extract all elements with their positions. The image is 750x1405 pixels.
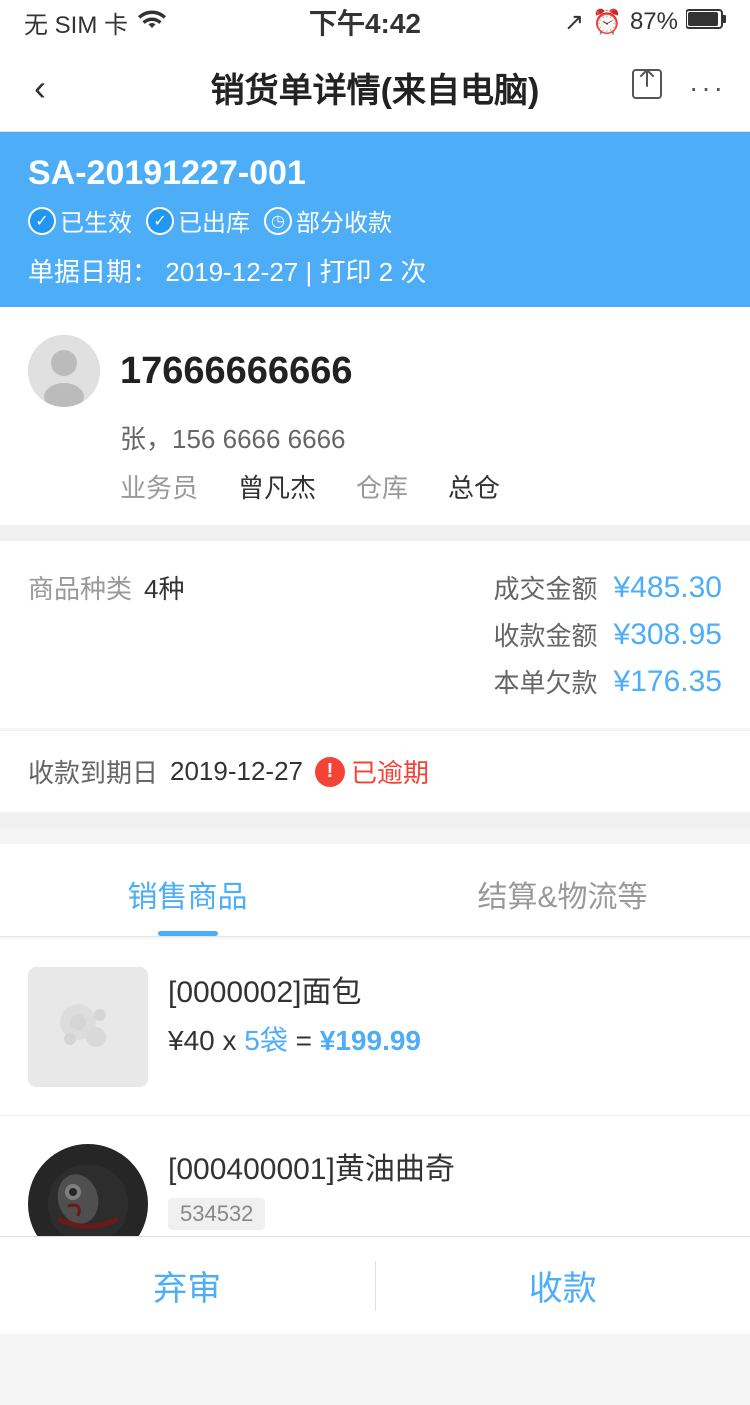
- product-name-2: [000400001]黄油曲奇: [168, 1144, 722, 1188]
- badge-partial: ◷ 部分收款: [264, 203, 392, 238]
- customer-sub-info: 张，156 6666 6666: [28, 419, 722, 456]
- check-icon-1: ✓: [28, 207, 56, 235]
- alarm-icon: ⏰: [592, 8, 622, 37]
- received-amount-row: 收款金额 ¥308.95: [494, 616, 722, 653]
- sales-value: 曾凡杰: [238, 468, 316, 505]
- nav-bar: ‹ 销货单详情(来自电脑) ···: [0, 44, 750, 132]
- product-thumb-1: [28, 967, 148, 1087]
- product-name-1: [0000002]面包: [168, 967, 722, 1011]
- status-bar: 无 SIM 卡 下午4:42 ↗ ⏰ 87%: [0, 0, 750, 44]
- order-id-row: SA-20191227-001: [28, 154, 722, 193]
- avatar: [28, 335, 100, 407]
- tab-settlement[interactable]: 结算&物流等: [375, 844, 750, 936]
- confirm-button[interactable]: 收款: [376, 1237, 750, 1334]
- product-tag-2: 534532: [168, 1198, 265, 1230]
- stats-right: 成交金额 ¥485.30 收款金额 ¥308.95 本单欠款 ¥176.35: [494, 569, 722, 700]
- deal-amount-value: ¥485.30: [614, 571, 722, 605]
- location-icon: ↗: [564, 8, 584, 37]
- product-item-1: [0000002]面包 ¥40 x 5袋 = ¥199.99: [0, 939, 750, 1116]
- tabs-section: 销售商品 结算&物流等: [0, 844, 750, 937]
- overdue-badge: ! 已逾期: [315, 753, 429, 790]
- check-icon-2: ✓: [146, 207, 174, 235]
- divider-1: [0, 525, 750, 541]
- badge-shipped: ✓ 已出库: [146, 203, 250, 238]
- battery-icon: [686, 8, 726, 37]
- status-badges: ✓ 已生效 ✓ 已出库 ◷ 部分收款: [28, 203, 722, 238]
- total-1: ¥199.99: [320, 1025, 421, 1056]
- customer-section: 17666666666 张，156 6666 6666 业务员 曾凡杰 仓库 总…: [0, 307, 750, 525]
- type-label: 商品种类: [28, 569, 132, 606]
- due-amount-value: ¥176.35: [614, 665, 722, 699]
- qty-highlight-1: 5袋: [244, 1025, 288, 1056]
- received-value: ¥308.95: [614, 618, 722, 652]
- battery-text: 87%: [630, 8, 678, 36]
- divider-2: [0, 812, 750, 828]
- order-date: 2019-12-27: [165, 257, 298, 287]
- tabs-row: 销售商品 结算&物流等: [0, 844, 750, 936]
- tab-sales-products[interactable]: 销售商品: [0, 844, 375, 936]
- clock-icon: ◷: [264, 207, 292, 235]
- wifi-icon: [138, 8, 166, 37]
- warehouse-label: 仓库: [356, 468, 408, 505]
- stats-row: 商品种类 4种 成交金额 ¥485.30 收款金额 ¥308.95 本单欠款 ¥…: [28, 569, 722, 700]
- sales-label: 业务员: [120, 468, 198, 505]
- stats-left: 商品种类 4种: [28, 569, 184, 606]
- product-price-1: ¥40 x 5袋 = ¥199.99: [168, 1019, 722, 1059]
- warehouse-value: 总仓: [448, 468, 500, 505]
- type-value: 4种: [144, 569, 184, 606]
- overdue-icon: !: [315, 757, 345, 787]
- sim-text: 无 SIM 卡: [24, 5, 128, 40]
- nav-right: ···: [629, 66, 726, 110]
- deal-amount-row: 成交金额 ¥485.30: [494, 569, 722, 606]
- customer-row: 17666666666: [28, 335, 722, 407]
- badge-effective: ✓ 已生效: [28, 203, 132, 238]
- due-date-value: 2019-12-27: [170, 756, 303, 787]
- due-section: 收款到期日 2019-12-27 ! 已逾期: [0, 730, 750, 812]
- back-button[interactable]: ‹: [24, 57, 56, 119]
- status-right: ↗ ⏰ 87%: [564, 8, 726, 37]
- deal-amount-label: 成交金额: [494, 569, 598, 606]
- order-date-row: 单据日期： 2019-12-27 | 打印 2 次: [28, 252, 722, 289]
- stats-section: 商品种类 4种 成交金额 ¥485.30 收款金额 ¥308.95 本单欠款 ¥…: [0, 541, 750, 728]
- stat-type: 商品种类 4种: [28, 569, 184, 606]
- share-icon[interactable]: [629, 66, 665, 110]
- page-title: 销货单详情(来自电脑): [211, 63, 540, 112]
- product-info-1: [0000002]面包 ¥40 x 5袋 = ¥199.99: [168, 967, 722, 1059]
- customer-info-row: 业务员 曾凡杰 仓库 总仓: [28, 468, 722, 505]
- cancel-button[interactable]: 弃审: [0, 1237, 375, 1334]
- due-date-label: 收款到期日: [28, 753, 158, 790]
- due-amount-row: 本单欠款 ¥176.35: [494, 663, 722, 700]
- due-amount-label: 本单欠款: [494, 663, 598, 700]
- order-header: SA-20191227-001 ✓ 已生效 ✓ 已出库 ◷ 部分收款 单据日期：…: [0, 132, 750, 307]
- status-left: 无 SIM 卡: [24, 5, 166, 40]
- customer-phone: 17666666666: [120, 350, 352, 393]
- date-label: 单据日期：: [28, 257, 158, 287]
- bottom-bar: 弃审 收款: [0, 1236, 750, 1334]
- order-id: SA-20191227-001: [28, 154, 306, 193]
- status-time: 下午4:42: [309, 2, 421, 42]
- received-label: 收款金额: [494, 616, 598, 653]
- more-icon[interactable]: ···: [689, 72, 726, 104]
- print-info: | 打印 2 次: [305, 257, 426, 287]
- overdue-text: 已逾期: [351, 753, 429, 790]
